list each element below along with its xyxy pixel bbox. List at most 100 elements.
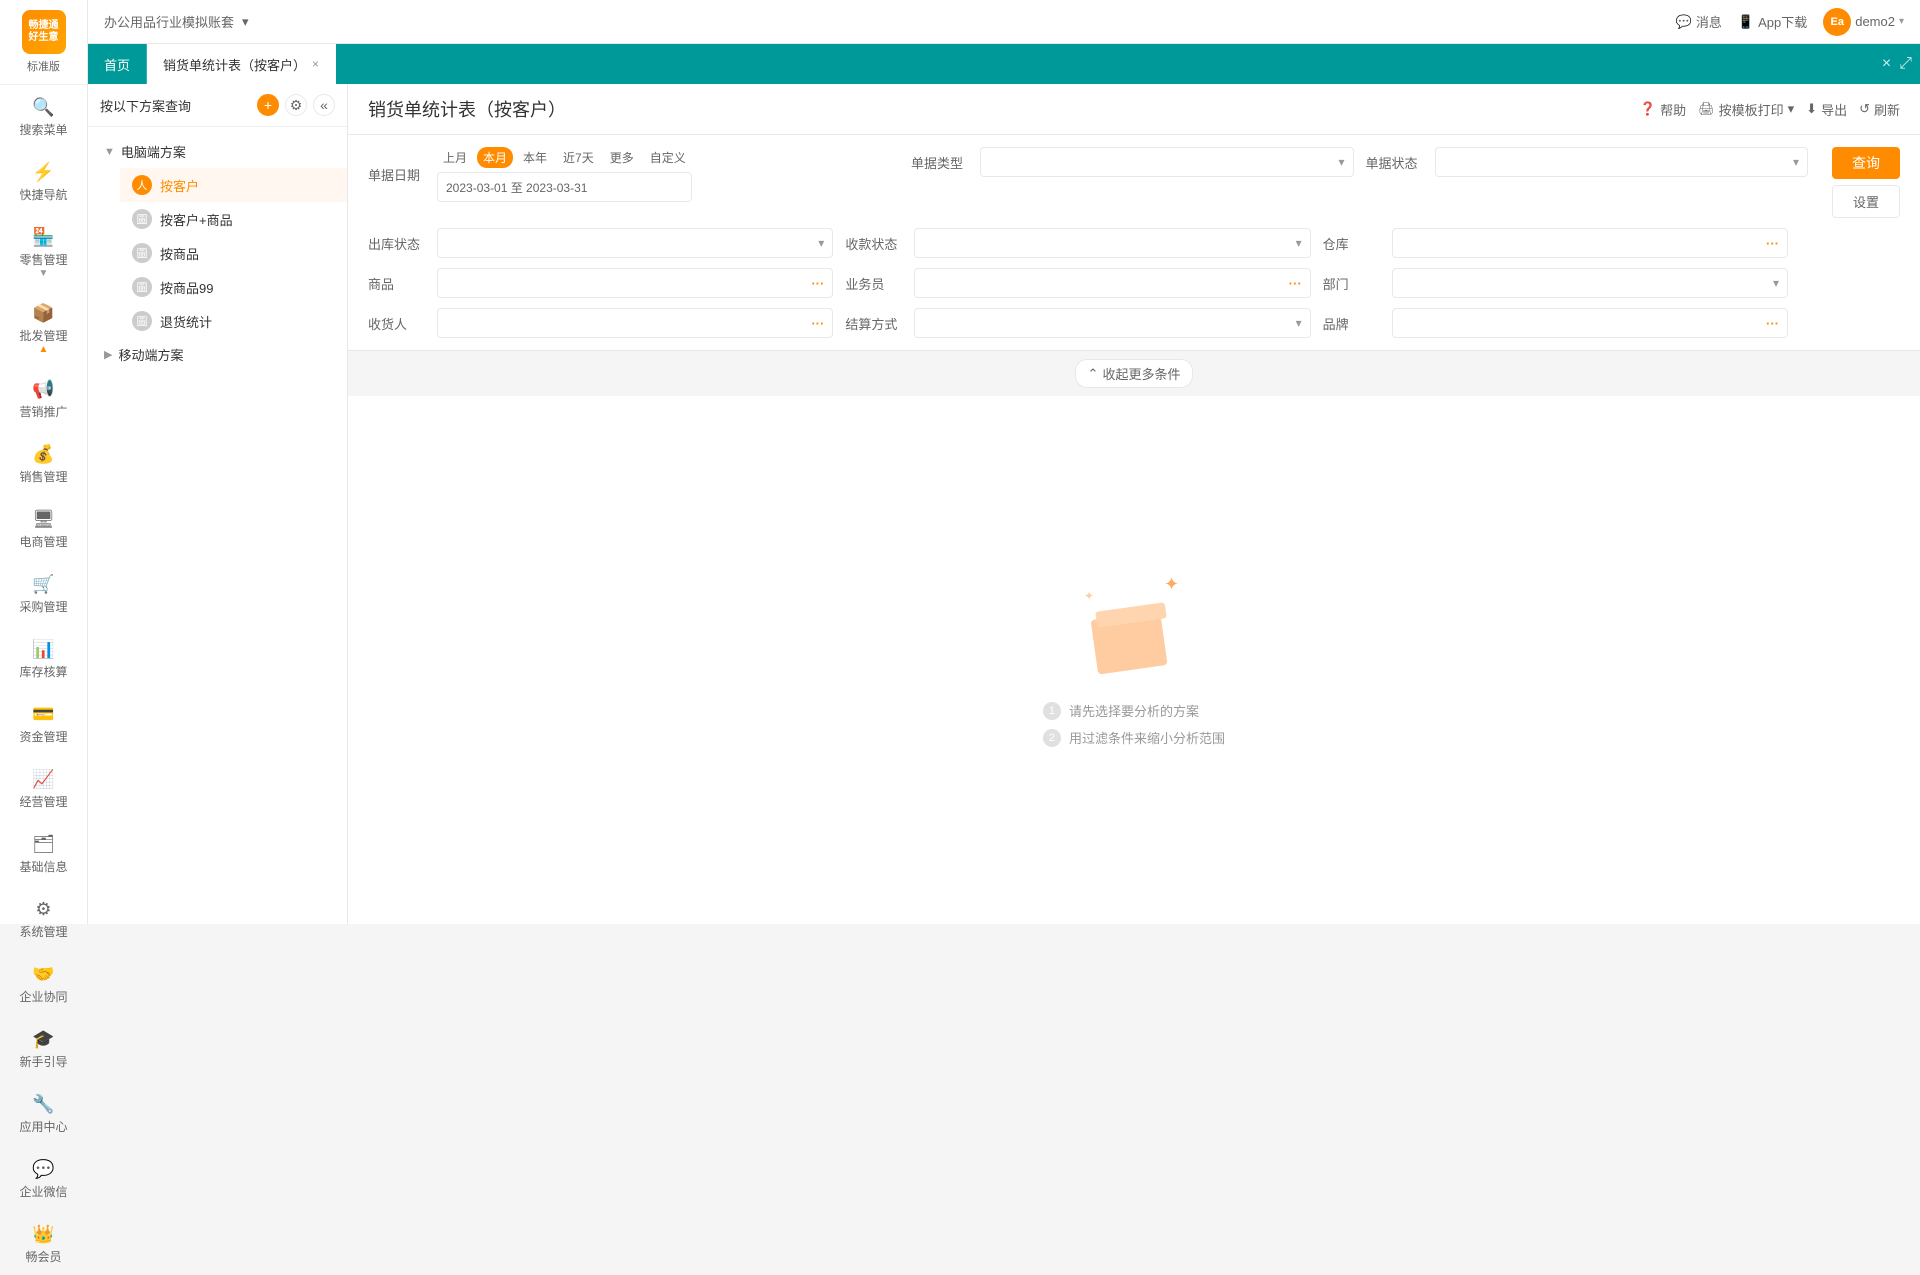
header-right-actions: 💬 消息 📱 App下载 Ea demo2 ▾ <box>1676 8 1904 36</box>
sidebar-item-enterprise[interactable]: 🤝 企业协同 <box>4 954 83 1015</box>
system-icon: ⚙ <box>35 899 51 920</box>
tab-home[interactable]: 首页 <box>88 44 147 84</box>
scheme-return-stat[interactable]: 圖 退货统计 <box>120 304 347 338</box>
salesperson-dots[interactable]: ··· <box>1289 276 1302 291</box>
by-goods-icon: 圖 <box>132 243 152 263</box>
payment-select[interactable]: ▾ <box>914 228 1310 258</box>
sidebar-item-system[interactable]: ⚙ 系统管理 <box>4 889 83 950</box>
export-btn[interactable]: ⬇ 导出 <box>1806 100 1847 119</box>
filter-area: 单据日期 上月 本月 本年 近7天 更多 自定义 2023- <box>348 135 1920 351</box>
sidebar-item-newbie[interactable]: 🎓 新手引导 <box>4 1019 83 1080</box>
receiver-dots[interactable]: ··· <box>811 316 824 331</box>
page-title: 销货单统计表（按客户） <box>368 96 566 122</box>
return-stat-icon: 圖 <box>132 311 152 331</box>
salesperson-select[interactable]: ··· <box>914 268 1310 298</box>
scheme-by-goods[interactable]: 圖 按商品 <box>120 236 347 270</box>
scheme-by-goods-99[interactable]: 圖 按商品99 <box>120 270 347 304</box>
apps-icon: 🔧 <box>32 1094 54 1115</box>
date-range-input[interactable]: 2023-03-01 至 2023-03-31 <box>437 172 692 202</box>
sidebar-item-search[interactable]: 🔍 搜索菜单 <box>4 87 83 148</box>
by-goods-label: 按商品 <box>160 244 199 263</box>
collapse-panel-btn[interactable]: « <box>313 94 335 116</box>
wholesale-icon: 📦 <box>32 303 54 324</box>
empty-hint-2: 2 用过滤条件来缩小分析范围 <box>1043 728 1225 747</box>
search-icon: 🔍 <box>32 97 54 118</box>
sidebar-item-inventory[interactable]: 📊 库存核算 <box>4 629 83 690</box>
warehouse-select[interactable]: ··· <box>1392 228 1788 258</box>
settings-btn[interactable]: 设置 <box>1832 185 1900 218</box>
desktop-children: 人 按客户 圖 按客户+商品 圖 按商品 圖 按商品99 <box>88 168 347 338</box>
sidebar-item-wechat[interactable]: 💬 企业微信 <box>4 1149 83 1210</box>
goods-dots[interactable]: ··· <box>811 276 824 291</box>
sidebar-item-ecommerce[interactable]: 🖥 电商管理 <box>4 499 83 560</box>
help-btn[interactable]: ❓ 帮助 <box>1640 100 1686 119</box>
sidebar-item-basic[interactable]: 🗂 基础信息 <box>4 824 83 885</box>
sidebar-item-apps[interactable]: 🔧 应用中心 <box>4 1084 83 1145</box>
sidebar-item-finance[interactable]: 💳 资金管理 <box>4 694 83 755</box>
tab-close-icon[interactable]: × <box>312 57 319 71</box>
collapse-bar: ⌃ 收起更多条件 <box>348 351 1920 396</box>
return-stat-label: 退货统计 <box>160 312 212 331</box>
tab-close-all-btn[interactable]: × <box>1882 55 1891 73</box>
tab-bar-actions: × ⤢ <box>1874 55 1920 73</box>
left-panel: 按以下方案查询 + ⚙ « ▼ 电脑端方案 人 按客户 <box>88 84 348 924</box>
brand-dots[interactable]: ··· <box>1766 316 1779 331</box>
settlement-select[interactable]: ▾ <box>914 308 1310 338</box>
brand-select[interactable]: ··· <box>1392 308 1788 338</box>
sales-icon: 💰 <box>32 444 54 465</box>
sidebar-item-operations[interactable]: 📈 经营管理 <box>4 759 83 820</box>
date-shortcut-more[interactable]: 更多 <box>604 147 640 168</box>
status-select-arrow: ▾ <box>1793 155 1799 169</box>
warehouse-dots[interactable]: ··· <box>1766 236 1779 251</box>
refresh-btn[interactable]: ↺ 刷新 <box>1859 100 1900 119</box>
settlement-label: 结算方式 <box>845 314 900 333</box>
retail-arrow: ▼ <box>39 268 49 279</box>
sidebar-item-quick[interactable]: ⚡ 快捷导航 <box>4 152 83 213</box>
settings-scheme-btn[interactable]: ⚙ <box>285 94 307 116</box>
operations-icon: 📈 <box>32 769 54 790</box>
export-icon: ⬇ <box>1806 101 1817 117</box>
desktop-arrow-icon: ▼ <box>104 146 115 158</box>
date-shortcut-last-month[interactable]: 上月 <box>437 147 473 168</box>
scheme-by-customer[interactable]: 人 按客户 <box>120 168 347 202</box>
tab-expand-btn[interactable]: ⤢ <box>1899 55 1912 73</box>
industry-name: 办公用品行业模拟账套 <box>104 12 234 31</box>
date-shortcut-7days[interactable]: 近7天 <box>557 147 600 168</box>
department-select[interactable]: ▾ <box>1392 268 1788 298</box>
tree-desktop-section[interactable]: ▼ 电脑端方案 <box>88 135 347 168</box>
collapse-btn[interactable]: ⌃ 收起更多条件 <box>1075 359 1194 388</box>
print-btn[interactable]: 🖨 按模板打印 ▾ <box>1698 100 1794 119</box>
user-profile[interactable]: Ea demo2 ▾ <box>1823 8 1904 36</box>
type-select[interactable]: ▾ <box>980 147 1354 177</box>
department-arrow: ▾ <box>1773 276 1779 290</box>
add-scheme-btn[interactable]: + <box>257 94 279 116</box>
goods-select[interactable]: ··· <box>437 268 833 298</box>
date-shortcut-this-year[interactable]: 本年 <box>517 147 553 168</box>
sidebar-item-marketing[interactable]: 📢 营销推广 <box>4 369 83 430</box>
query-btn[interactable]: 查询 <box>1832 147 1900 179</box>
out-status-select[interactable]: ▾ <box>437 228 833 258</box>
tab-sales-stat[interactable]: 销货单统计表（按客户） × <box>147 44 336 84</box>
sidebar-item-retail[interactable]: 🏪 零售管理 ▼ <box>4 217 83 289</box>
sidebar-item-purchase[interactable]: 🛒 采购管理 <box>4 564 83 625</box>
print-icon: 🖨 <box>1698 101 1715 117</box>
app-download-btn[interactable]: 📱 App下载 <box>1738 12 1807 31</box>
scheme-by-customer-goods[interactable]: 圖 按客户+商品 <box>120 202 347 236</box>
sidebar-item-sales[interactable]: 💰 销售管理 <box>4 434 83 495</box>
sidebar: 畅捷通好生意 标准版 🔍 搜索菜单 ⚡ 快捷导航 🏪 零售管理 ▼ 📦 批发管理… <box>0 0 88 924</box>
content-wrapper: 按以下方案查询 + ⚙ « ▼ 电脑端方案 人 按客户 <box>88 84 1920 924</box>
sidebar-item-wholesale[interactable]: 📦 批发管理 ▲ <box>4 293 83 365</box>
by-customer-label: 按客户 <box>160 176 199 195</box>
logo-icon: 畅捷通好生意 <box>22 10 66 54</box>
date-shortcut-this-month[interactable]: 本月 <box>477 147 513 168</box>
industry-selector[interactable]: 办公用品行业模拟账套 ▾ <box>104 12 249 31</box>
status-select[interactable]: ▾ <box>1435 147 1809 177</box>
message-btn[interactable]: 💬 消息 <box>1676 12 1722 31</box>
sidebar-item-member[interactable]: 👑 畅会员 <box>4 1214 83 1275</box>
receiver-select[interactable]: ··· <box>437 308 833 338</box>
department-label: 部门 <box>1323 274 1378 293</box>
tree-mobile-section[interactable]: ▶ 移动端方案 <box>88 338 347 371</box>
home-tab-label: 首页 <box>104 55 130 74</box>
date-shortcut-custom[interactable]: 自定义 <box>644 147 692 168</box>
user-dropdown-icon: ▾ <box>1899 16 1904 27</box>
